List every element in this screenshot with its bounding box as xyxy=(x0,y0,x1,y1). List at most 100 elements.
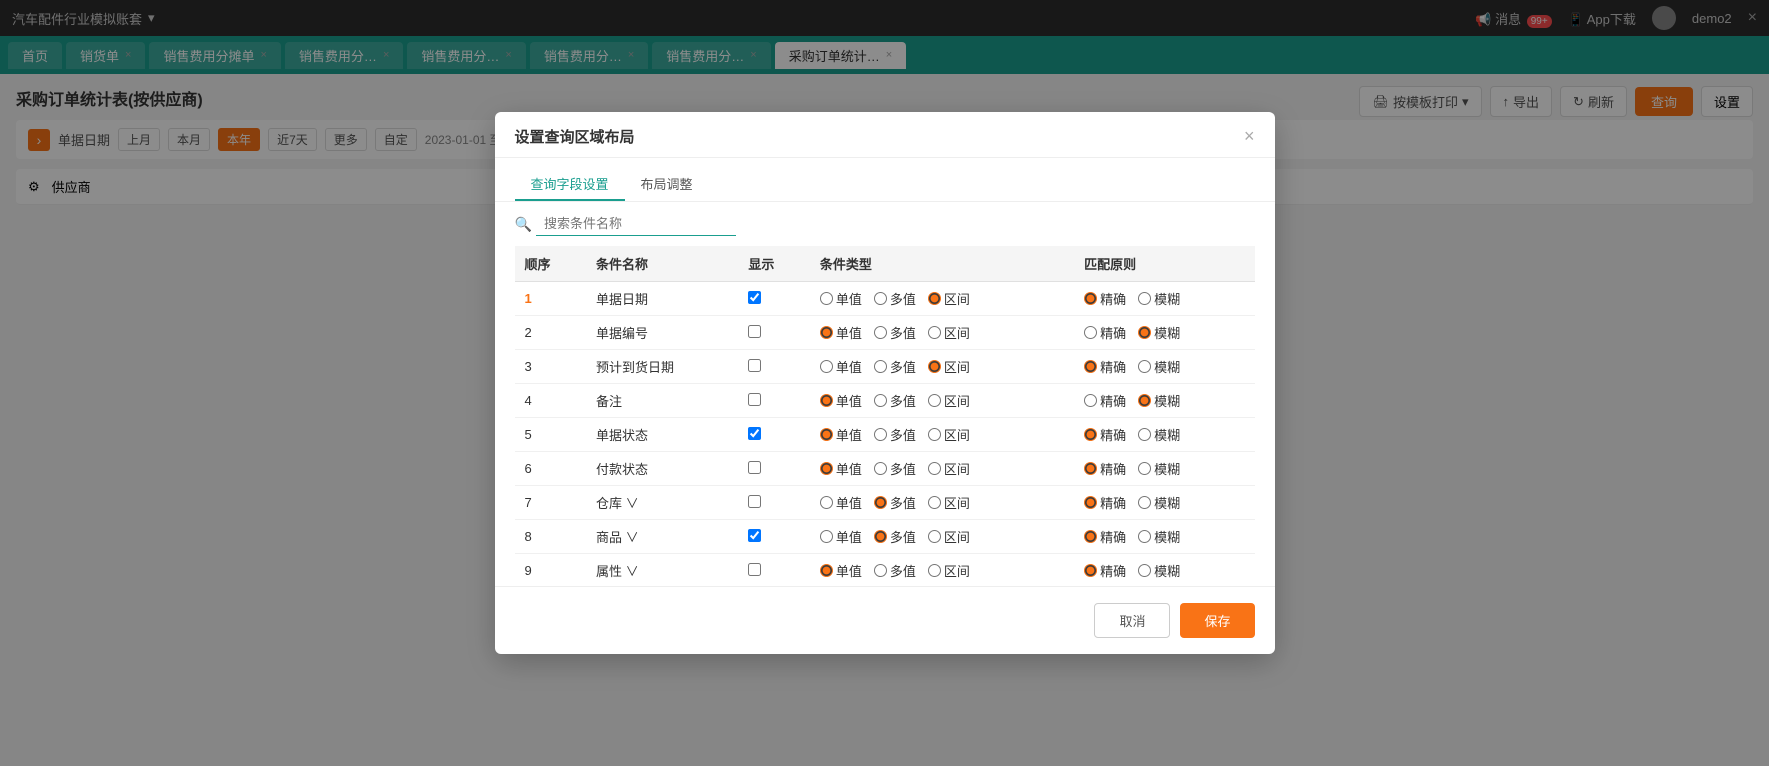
display-checkbox[interactable] xyxy=(748,461,761,474)
row-condition-name: 备注 xyxy=(586,384,738,418)
table-row: 2单据编号单值多值区间精确模糊 xyxy=(515,316,1255,350)
row-type-cell: 单值多值区间 xyxy=(810,418,1074,452)
row-order: 3 xyxy=(515,350,587,384)
type-radio-item[interactable]: 区间 xyxy=(928,391,970,410)
display-checkbox[interactable] xyxy=(748,393,761,406)
type-radio-item[interactable]: 单值 xyxy=(820,527,862,546)
match-radio-item[interactable]: 精确 xyxy=(1084,493,1126,512)
row-display-cell[interactable] xyxy=(738,282,810,316)
type-radio-item[interactable]: 单值 xyxy=(820,459,862,478)
row-type-cell: 单值多值区间 xyxy=(810,282,1074,316)
row-display-cell[interactable] xyxy=(738,384,810,418)
match-radio-item[interactable]: 模糊 xyxy=(1138,561,1180,580)
match-radio-item[interactable]: 模糊 xyxy=(1138,527,1180,546)
type-radio-item[interactable]: 单值 xyxy=(820,391,862,410)
match-radio-item[interactable]: 精确 xyxy=(1084,323,1126,342)
type-radio-item[interactable]: 单值 xyxy=(820,289,862,308)
table-row: 4备注单值多值区间精确模糊 xyxy=(515,384,1255,418)
row-match-cell: 精确模糊 xyxy=(1074,486,1254,520)
settings-dialog: 设置查询区域布局 × 查询字段设置 布局调整 🔍 顺序 条件名称 xyxy=(495,112,1275,654)
type-radio-item[interactable]: 区间 xyxy=(928,425,970,444)
th-type: 条件类型 xyxy=(810,246,1074,282)
type-radio-item[interactable]: 区间 xyxy=(928,357,970,376)
dialog-header: 设置查询区域布局 × xyxy=(495,112,1275,158)
match-radio-item[interactable]: 模糊 xyxy=(1138,323,1180,342)
type-radio-item[interactable]: 区间 xyxy=(928,323,970,342)
type-radio-item[interactable]: 区间 xyxy=(928,561,970,580)
type-radio-item[interactable]: 多值 xyxy=(874,425,916,444)
type-radio-item[interactable]: 区间 xyxy=(928,493,970,512)
match-radio-item[interactable]: 精确 xyxy=(1084,459,1126,478)
row-display-cell[interactable] xyxy=(738,350,810,384)
type-radio-item[interactable]: 单值 xyxy=(820,323,862,342)
type-radio-item[interactable]: 多值 xyxy=(874,323,916,342)
type-radio-item[interactable]: 多值 xyxy=(874,459,916,478)
type-radio-item[interactable]: 多值 xyxy=(874,289,916,308)
match-radio-item[interactable]: 精确 xyxy=(1084,425,1126,444)
display-checkbox[interactable] xyxy=(748,563,761,576)
type-radio-item[interactable]: 多值 xyxy=(874,527,916,546)
row-condition-name: 付款状态 xyxy=(586,452,738,486)
th-name: 条件名称 xyxy=(586,246,738,282)
search-input[interactable] xyxy=(536,212,736,236)
th-match: 匹配原则 xyxy=(1074,246,1254,282)
row-display-cell[interactable] xyxy=(738,452,810,486)
dialog-title: 设置查询区域布局 xyxy=(515,126,635,147)
display-checkbox[interactable] xyxy=(748,359,761,372)
display-checkbox[interactable] xyxy=(748,495,761,508)
type-radio-item[interactable]: 单值 xyxy=(820,493,862,512)
table-row: 1单据日期单值多值区间精确模糊 xyxy=(515,282,1255,316)
type-radio-item[interactable]: 单值 xyxy=(820,425,862,444)
display-checkbox[interactable] xyxy=(748,427,761,440)
match-radio-item[interactable]: 精确 xyxy=(1084,357,1126,376)
row-display-cell[interactable] xyxy=(738,520,810,554)
match-radio-item[interactable]: 精确 xyxy=(1084,289,1126,308)
match-radio-item[interactable]: 模糊 xyxy=(1138,493,1180,512)
match-radio-item[interactable]: 精确 xyxy=(1084,561,1126,580)
type-radio-item[interactable]: 区间 xyxy=(928,459,970,478)
row-match-cell: 精确模糊 xyxy=(1074,384,1254,418)
cancel-button[interactable]: 取消 xyxy=(1094,603,1170,638)
row-type-cell: 单值多值区间 xyxy=(810,554,1074,587)
display-checkbox[interactable] xyxy=(748,529,761,542)
match-radio-item[interactable]: 模糊 xyxy=(1138,425,1180,444)
row-condition-name: 属性 ∨ xyxy=(586,554,738,587)
row-display-cell[interactable] xyxy=(738,316,810,350)
row-order: 8 xyxy=(515,520,587,554)
match-radio-item[interactable]: 精确 xyxy=(1084,391,1126,410)
match-radio-item[interactable]: 模糊 xyxy=(1138,357,1180,376)
type-radio-item[interactable]: 多值 xyxy=(874,357,916,376)
match-radio-item[interactable]: 模糊 xyxy=(1138,459,1180,478)
match-radio-item[interactable]: 精确 xyxy=(1084,527,1126,546)
row-display-cell[interactable] xyxy=(738,554,810,587)
row-type-cell: 单值多值区间 xyxy=(810,520,1074,554)
save-button[interactable]: 保存 xyxy=(1180,603,1254,638)
th-display: 显示 xyxy=(738,246,810,282)
type-radio-item[interactable]: 单值 xyxy=(820,561,862,580)
type-radio-item[interactable]: 区间 xyxy=(928,289,970,308)
row-match-cell: 精确模糊 xyxy=(1074,520,1254,554)
row-match-cell: 精确模糊 xyxy=(1074,554,1254,587)
display-checkbox[interactable] xyxy=(748,325,761,338)
dialog-tab-layout[interactable]: 布局调整 xyxy=(625,168,709,201)
type-radio-item[interactable]: 多值 xyxy=(874,391,916,410)
table-row: 5单据状态单值多值区间精确模糊 xyxy=(515,418,1255,452)
dialog-close-button[interactable]: × xyxy=(1244,126,1255,147)
dialog-tab-fields[interactable]: 查询字段设置 xyxy=(515,168,625,201)
row-display-cell[interactable] xyxy=(738,418,810,452)
type-radio-item[interactable]: 多值 xyxy=(874,561,916,580)
match-radio-item[interactable]: 模糊 xyxy=(1138,289,1180,308)
dialog-tabs: 查询字段设置 布局调整 xyxy=(495,158,1275,202)
type-radio-item[interactable]: 区间 xyxy=(928,527,970,546)
row-match-cell: 精确模糊 xyxy=(1074,316,1254,350)
row-display-cell[interactable] xyxy=(738,486,810,520)
row-order: 7 xyxy=(515,486,587,520)
dialog-footer: 取消 保存 xyxy=(495,586,1275,654)
type-radio-item[interactable]: 单值 xyxy=(820,357,862,376)
match-radio-item[interactable]: 模糊 xyxy=(1138,391,1180,410)
dialog-search: 🔍 xyxy=(495,202,1275,246)
row-type-cell: 单值多值区间 xyxy=(810,350,1074,384)
display-checkbox[interactable] xyxy=(748,291,761,304)
type-radio-item[interactable]: 多值 xyxy=(874,493,916,512)
table-row: 9属性 ∨单值多值区间精确模糊 xyxy=(515,554,1255,587)
